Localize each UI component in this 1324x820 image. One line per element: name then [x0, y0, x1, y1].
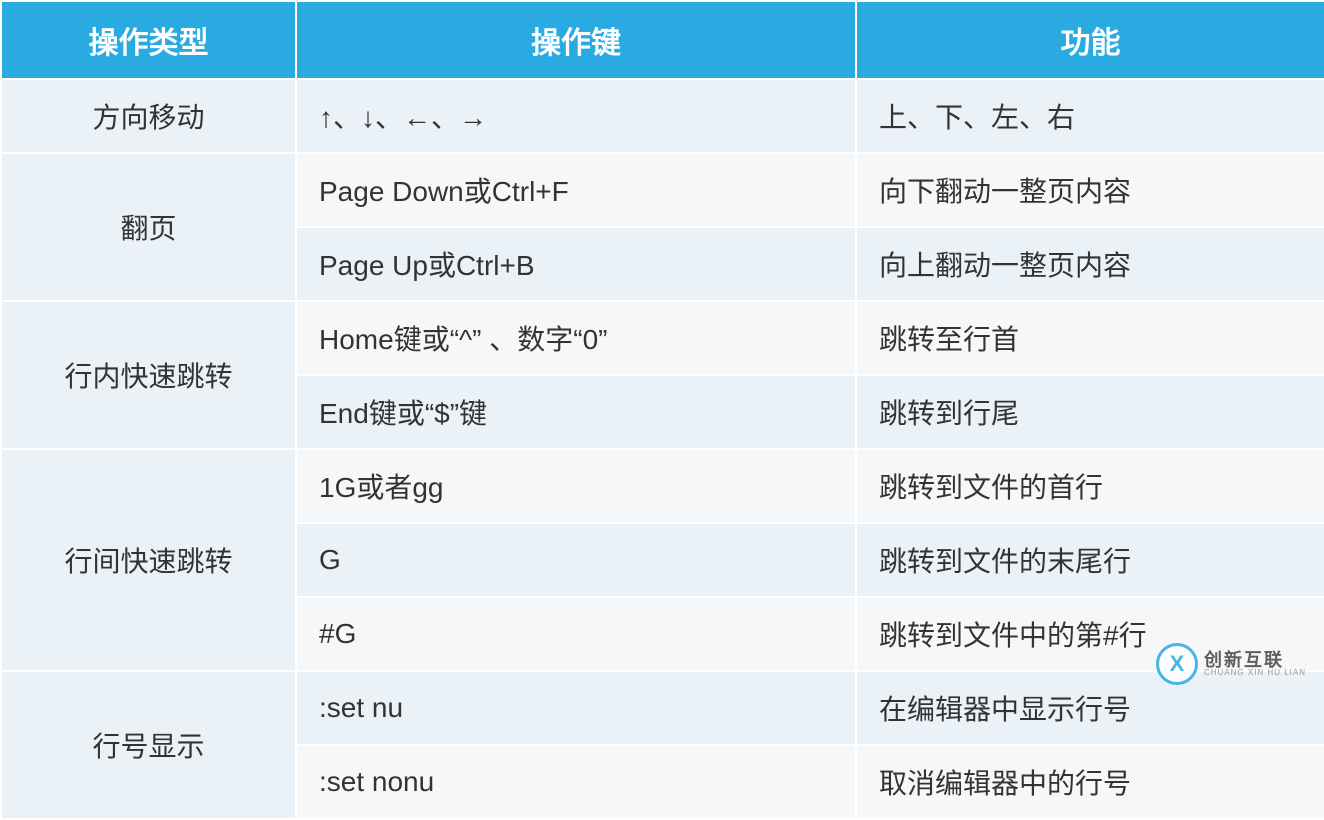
table-row: 行号显示 :set nu 在编辑器中显示行号: [1, 671, 1324, 745]
table-row: 行间快速跳转 1G或者gg 跳转到文件的首行: [1, 449, 1324, 523]
cell-key: G: [296, 523, 856, 597]
cell-func: 取消编辑器中的行号: [856, 745, 1324, 819]
cell-func: 向下翻动一整页内容: [856, 153, 1324, 227]
cell-func: 跳转至行首: [856, 301, 1324, 375]
cell-category: 行内快速跳转: [1, 301, 296, 449]
watermark: X 创新互联 CHUANG XIN HU LIAN: [1156, 643, 1306, 685]
cell-func: 向上翻动一整页内容: [856, 227, 1324, 301]
cell-category: 翻页: [1, 153, 296, 301]
cell-key: End键或“$”键: [296, 375, 856, 449]
cell-category: 行间快速跳转: [1, 449, 296, 671]
watermark-logo-icon: X: [1156, 643, 1198, 685]
cell-key: Page Up或Ctrl+B: [296, 227, 856, 301]
watermark-en: CHUANG XIN HU LIAN: [1204, 669, 1306, 677]
cell-key: :set nu: [296, 671, 856, 745]
table-row: 方向移动 ↑、↓、←、→ 上、下、左、右: [1, 79, 1324, 153]
header-type: 操作类型: [1, 1, 296, 79]
cell-key: ↑、↓、←、→: [296, 79, 856, 153]
cell-key: 1G或者gg: [296, 449, 856, 523]
cell-func: 跳转到文件的末尾行: [856, 523, 1324, 597]
table-row: 翻页 Page Down或Ctrl+F 向下翻动一整页内容: [1, 153, 1324, 227]
header-func: 功能: [856, 1, 1324, 79]
cell-key: :set nonu: [296, 745, 856, 819]
cell-category: 行号显示: [1, 671, 296, 819]
cell-key: Home键或“^” 、数字“0”: [296, 301, 856, 375]
shortcut-table: 操作类型 操作键 功能 方向移动 ↑、↓、←、→ 上、下、左、右 翻页 Page…: [0, 0, 1324, 820]
watermark-cn: 创新互联: [1204, 651, 1306, 669]
watermark-text: 创新互联 CHUANG XIN HU LIAN: [1204, 651, 1306, 677]
cell-key: Page Down或Ctrl+F: [296, 153, 856, 227]
cell-func: 上、下、左、右: [856, 79, 1324, 153]
cell-func: 跳转到文件的首行: [856, 449, 1324, 523]
cell-key: #G: [296, 597, 856, 671]
cell-func: 跳转到行尾: [856, 375, 1324, 449]
cell-category: 方向移动: [1, 79, 296, 153]
header-key: 操作键: [296, 1, 856, 79]
table-header-row: 操作类型 操作键 功能: [1, 1, 1324, 79]
table-row: 行内快速跳转 Home键或“^” 、数字“0” 跳转至行首: [1, 301, 1324, 375]
